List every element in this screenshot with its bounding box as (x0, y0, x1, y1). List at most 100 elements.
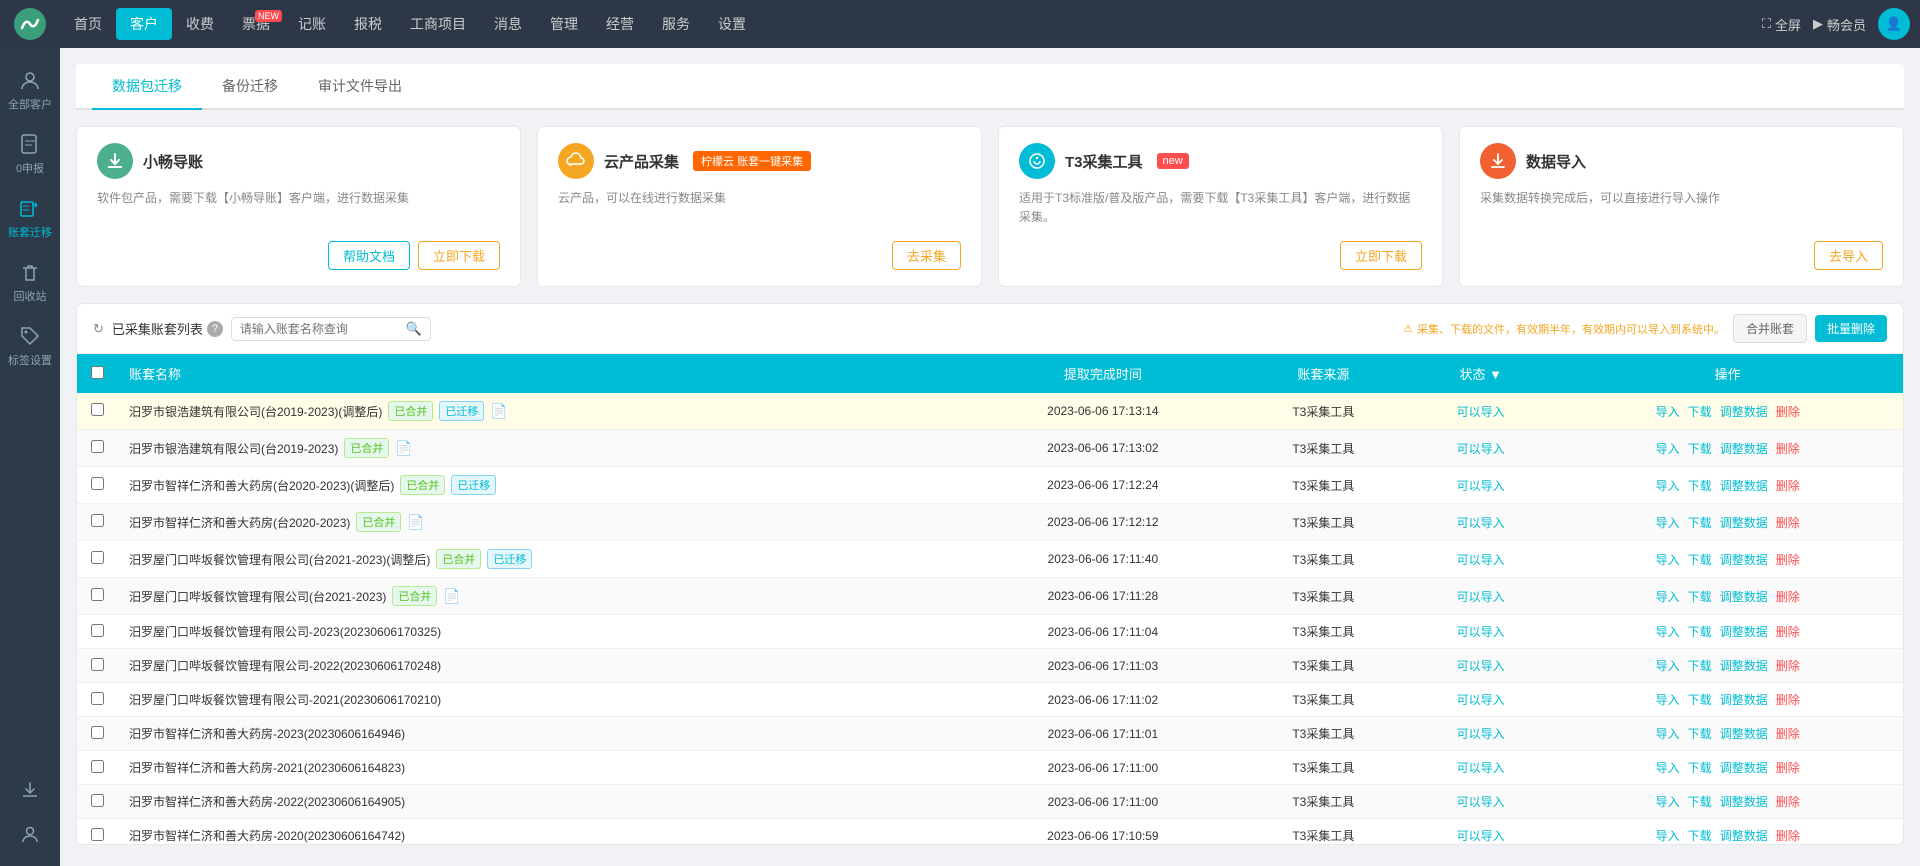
nav-manage[interactable]: 管理 (536, 8, 592, 40)
row-checkbox[interactable] (91, 514, 104, 527)
action-调整数据[interactable]: 调整数据 (1720, 625, 1768, 639)
row-checkbox[interactable] (91, 440, 104, 453)
action-调整数据[interactable]: 调整数据 (1720, 590, 1768, 604)
action-下载[interactable]: 下载 (1688, 625, 1712, 639)
row-checkbox[interactable] (91, 726, 104, 739)
sidebar-item-tag-settings[interactable]: 标签设置 (0, 314, 60, 378)
table-scroll-container[interactable]: 账套名称 提取完成时间 账套来源 状态 ▼ 操作 汨罗市银浩建筑有限公司(台20… (77, 354, 1903, 844)
action-下载[interactable]: 下载 (1688, 405, 1712, 419)
tab-backup-migration[interactable]: 备份迁移 (202, 64, 298, 110)
action-导入[interactable]: 导入 (1656, 727, 1680, 741)
action-导入[interactable]: 导入 (1656, 659, 1680, 673)
row-checkbox[interactable] (91, 551, 104, 564)
nav-service[interactable]: 服务 (648, 8, 704, 40)
action-调整数据[interactable]: 调整数据 (1720, 479, 1768, 493)
action-删除[interactable]: 删除 (1776, 442, 1800, 456)
action-删除[interactable]: 删除 (1776, 659, 1800, 673)
row-checkbox[interactable] (91, 588, 104, 601)
action-下载[interactable]: 下载 (1688, 761, 1712, 775)
action-导入[interactable]: 导入 (1656, 479, 1680, 493)
action-导入[interactable]: 导入 (1656, 829, 1680, 843)
row-checkbox[interactable] (91, 658, 104, 671)
row-checkbox[interactable] (91, 403, 104, 416)
action-调整数据[interactable]: 调整数据 (1720, 405, 1768, 419)
nav-business[interactable]: 工商项目 (396, 8, 480, 40)
user-avatar[interactable]: 👤 (1878, 8, 1910, 40)
action-删除[interactable]: 删除 (1776, 829, 1800, 843)
merge-account-button[interactable]: 合并账套 (1733, 314, 1807, 343)
action-调整数据[interactable]: 调整数据 (1720, 761, 1768, 775)
xiaochang-help-btn[interactable]: 帮助文档 (328, 241, 410, 270)
action-调整数据[interactable]: 调整数据 (1720, 553, 1768, 567)
nav-invoice[interactable]: 票据NEW (228, 8, 284, 40)
action-下载[interactable]: 下载 (1688, 659, 1712, 673)
action-删除[interactable]: 删除 (1776, 795, 1800, 809)
row-checkbox[interactable] (91, 624, 104, 637)
nav-home[interactable]: 首页 (60, 8, 116, 40)
action-删除[interactable]: 删除 (1776, 727, 1800, 741)
action-调整数据[interactable]: 调整数据 (1720, 727, 1768, 741)
fullscreen-button[interactable]: ⛶ 全屏 (1762, 15, 1801, 34)
action-删除[interactable]: 删除 (1776, 479, 1800, 493)
action-删除[interactable]: 删除 (1776, 516, 1800, 530)
nav-message[interactable]: 消息 (480, 8, 536, 40)
action-删除[interactable]: 删除 (1776, 625, 1800, 639)
search-submit-icon[interactable]: 🔍 (406, 321, 422, 337)
action-导入[interactable]: 导入 (1656, 405, 1680, 419)
sidebar-item-all-customers[interactable]: 全部客户 (0, 58, 60, 122)
action-导入[interactable]: 导入 (1656, 761, 1680, 775)
refresh-icon[interactable]: ↻ (93, 321, 104, 337)
sidebar-item-profile[interactable] (18, 812, 42, 856)
row-checkbox[interactable] (91, 477, 104, 490)
search-input[interactable] (240, 322, 400, 336)
action-调整数据[interactable]: 调整数据 (1720, 516, 1768, 530)
nav-fee[interactable]: 收费 (172, 8, 228, 40)
action-下载[interactable]: 下载 (1688, 727, 1712, 741)
action-导入[interactable]: 导入 (1656, 553, 1680, 567)
row-checkbox[interactable] (91, 794, 104, 807)
action-调整数据[interactable]: 调整数据 (1720, 795, 1768, 809)
action-调整数据[interactable]: 调整数据 (1720, 442, 1768, 456)
nav-settings[interactable]: 设置 (704, 8, 760, 40)
action-导入[interactable]: 导入 (1656, 693, 1680, 707)
select-all-checkbox[interactable] (91, 366, 104, 379)
cloud-collect-btn[interactable]: 去采集 (892, 241, 961, 270)
action-下载[interactable]: 下载 (1688, 795, 1712, 809)
action-删除[interactable]: 删除 (1776, 761, 1800, 775)
xiaochang-download-btn[interactable]: 立即下载 (418, 241, 500, 270)
action-导入[interactable]: 导入 (1656, 590, 1680, 604)
sidebar-item-zero-declaration[interactable]: 0申报 (0, 122, 60, 186)
sidebar-item-download[interactable] (18, 768, 42, 812)
action-下载[interactable]: 下载 (1688, 590, 1712, 604)
nav-tax[interactable]: 报税 (340, 8, 396, 40)
tab-audit-export[interactable]: 审计文件导出 (298, 64, 422, 110)
row-checkbox[interactable] (91, 692, 104, 705)
t3-download-btn[interactable]: 立即下载 (1340, 241, 1422, 270)
row-checkbox[interactable] (91, 760, 104, 773)
action-导入[interactable]: 导入 (1656, 516, 1680, 530)
app-logo[interactable] (10, 4, 50, 44)
action-下载[interactable]: 下载 (1688, 516, 1712, 530)
help-icon[interactable]: ? (207, 321, 223, 337)
nav-operation[interactable]: 经营 (592, 8, 648, 40)
action-调整数据[interactable]: 调整数据 (1720, 829, 1768, 843)
action-导入[interactable]: 导入 (1656, 625, 1680, 639)
action-导入[interactable]: 导入 (1656, 795, 1680, 809)
action-下载[interactable]: 下载 (1688, 442, 1712, 456)
action-下载[interactable]: 下载 (1688, 479, 1712, 493)
action-调整数据[interactable]: 调整数据 (1720, 693, 1768, 707)
action-删除[interactable]: 删除 (1776, 553, 1800, 567)
nav-customer[interactable]: 客户 (116, 8, 172, 40)
action-调整数据[interactable]: 调整数据 (1720, 659, 1768, 673)
action-删除[interactable]: 删除 (1776, 590, 1800, 604)
sidebar-item-recycle[interactable]: 回收站 (0, 250, 60, 314)
sidebar-item-account-migration[interactable]: 账套迁移 (0, 186, 60, 250)
nav-bookkeeping[interactable]: 记账 (284, 8, 340, 40)
row-checkbox[interactable] (91, 828, 104, 841)
action-下载[interactable]: 下载 (1688, 693, 1712, 707)
tab-data-migration[interactable]: 数据包迁移 (92, 64, 202, 110)
action-删除[interactable]: 删除 (1776, 405, 1800, 419)
batch-delete-button[interactable]: 批量删除 (1815, 315, 1887, 342)
action-导入[interactable]: 导入 (1656, 442, 1680, 456)
member-button[interactable]: ▶ 畅会员 (1813, 15, 1866, 34)
